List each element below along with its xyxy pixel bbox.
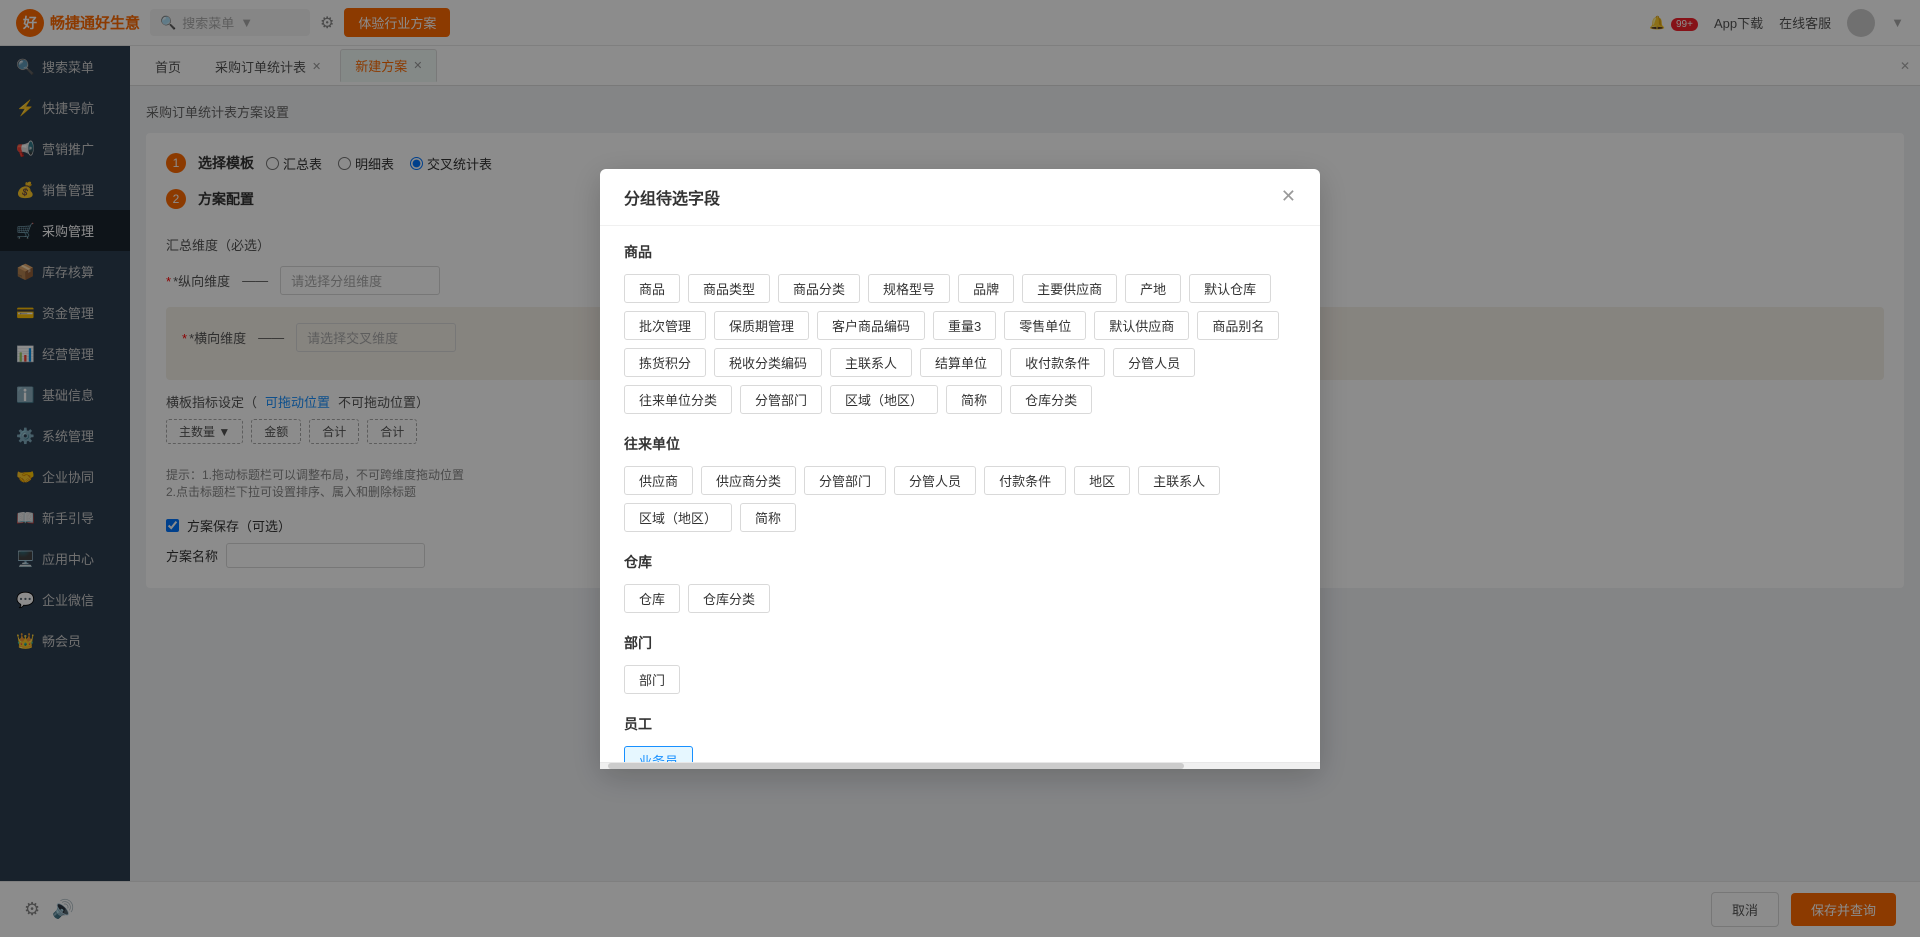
section-counterparty: 往来单位 供应商 供应商分类 分管部门 分管人员 付款条件 地区 主联系人 区域… — [624, 434, 1296, 532]
modal-title: 分组待选字段 — [624, 185, 720, 209]
field-tag[interactable]: 产地 — [1125, 274, 1181, 303]
field-tag[interactable]: 分管部门 — [740, 385, 822, 414]
field-tag[interactable]: 商品类型 — [688, 274, 770, 303]
section-department-tags: 部门 — [624, 665, 1296, 694]
modal-header: 分组待选字段 ✕ — [600, 169, 1320, 226]
field-tag[interactable]: 品牌 — [958, 274, 1014, 303]
field-tag[interactable]: 仓库分类 — [688, 584, 770, 613]
field-tag[interactable]: 收付款条件 — [1010, 348, 1105, 377]
field-tag[interactable]: 商品分类 — [778, 274, 860, 303]
field-tag[interactable]: 拣货积分 — [624, 348, 706, 377]
section-warehouse-tags: 仓库 仓库分类 — [624, 584, 1296, 613]
field-tag[interactable]: 客户商品编码 — [817, 311, 925, 340]
field-tag[interactable]: 主联系人 — [1138, 466, 1220, 495]
field-tag[interactable]: 默认仓库 — [1189, 274, 1271, 303]
field-tag[interactable]: 地区 — [1074, 466, 1130, 495]
field-tag[interactable]: 主联系人 — [830, 348, 912, 377]
modal-dialog: 分组待选字段 ✕ 商品 商品 商品类型 商品分类 规格型号 品牌 主要供应商 产… — [600, 169, 1320, 769]
section-warehouse: 仓库 仓库 仓库分类 — [624, 552, 1296, 613]
section-products: 商品 商品 商品类型 商品分类 规格型号 品牌 主要供应商 产地 默认仓库 批次… — [624, 242, 1296, 414]
modal-scrollbar-thumb[interactable] — [608, 763, 1184, 769]
section-products-tags: 商品 商品类型 商品分类 规格型号 品牌 主要供应商 产地 默认仓库 批次管理 … — [624, 274, 1296, 414]
section-employee: 员工 业务员 — [624, 714, 1296, 762]
field-tag[interactable]: 分管人员 — [894, 466, 976, 495]
section-department-title: 部门 — [624, 633, 1296, 653]
field-tag[interactable]: 付款条件 — [984, 466, 1066, 495]
field-tag[interactable]: 商品别名 — [1197, 311, 1279, 340]
field-tag[interactable]: 区域（地区） — [830, 385, 938, 414]
field-tag[interactable]: 税收分类编码 — [714, 348, 822, 377]
field-tag[interactable]: 供应商分类 — [701, 466, 796, 495]
field-tag-salesperson[interactable]: 业务员 — [624, 746, 693, 762]
field-tag[interactable]: 供应商 — [624, 466, 693, 495]
field-tag[interactable]: 分管人员 — [1113, 348, 1195, 377]
section-products-title: 商品 — [624, 242, 1296, 262]
field-tag[interactable]: 重量3 — [933, 311, 996, 340]
section-department: 部门 部门 — [624, 633, 1296, 694]
field-tag[interactable]: 部门 — [624, 665, 680, 694]
field-tag[interactable]: 简称 — [740, 503, 796, 532]
modal-scrollbar-area — [600, 762, 1320, 769]
field-tag[interactable]: 仓库分类 — [1010, 385, 1092, 414]
field-tag[interactable]: 往来单位分类 — [624, 385, 732, 414]
section-employee-title: 员工 — [624, 714, 1296, 734]
section-counterparty-tags: 供应商 供应商分类 分管部门 分管人员 付款条件 地区 主联系人 区域（地区） … — [624, 466, 1296, 532]
field-tag[interactable]: 简称 — [946, 385, 1002, 414]
field-tag[interactable]: 主要供应商 — [1022, 274, 1117, 303]
section-counterparty-title: 往来单位 — [624, 434, 1296, 454]
field-tag[interactable]: 规格型号 — [868, 274, 950, 303]
field-tag[interactable]: 商品 — [624, 274, 680, 303]
modal-close-button[interactable]: ✕ — [1281, 186, 1296, 207]
section-employee-tags: 业务员 — [624, 746, 1296, 762]
modal-body: 商品 商品 商品类型 商品分类 规格型号 品牌 主要供应商 产地 默认仓库 批次… — [600, 226, 1320, 762]
field-tag[interactable]: 分管部门 — [804, 466, 886, 495]
field-tag[interactable]: 区域（地区） — [624, 503, 732, 532]
field-tag[interactable]: 保质期管理 — [714, 311, 809, 340]
field-tag[interactable]: 零售单位 — [1004, 311, 1086, 340]
section-warehouse-title: 仓库 — [624, 552, 1296, 572]
field-tag[interactable]: 仓库 — [624, 584, 680, 613]
field-tag[interactable]: 结算单位 — [920, 348, 1002, 377]
field-tag[interactable]: 默认供应商 — [1094, 311, 1189, 340]
field-tag[interactable]: 批次管理 — [624, 311, 706, 340]
modal-overlay: 分组待选字段 ✕ 商品 商品 商品类型 商品分类 规格型号 品牌 主要供应商 产… — [0, 0, 1920, 937]
